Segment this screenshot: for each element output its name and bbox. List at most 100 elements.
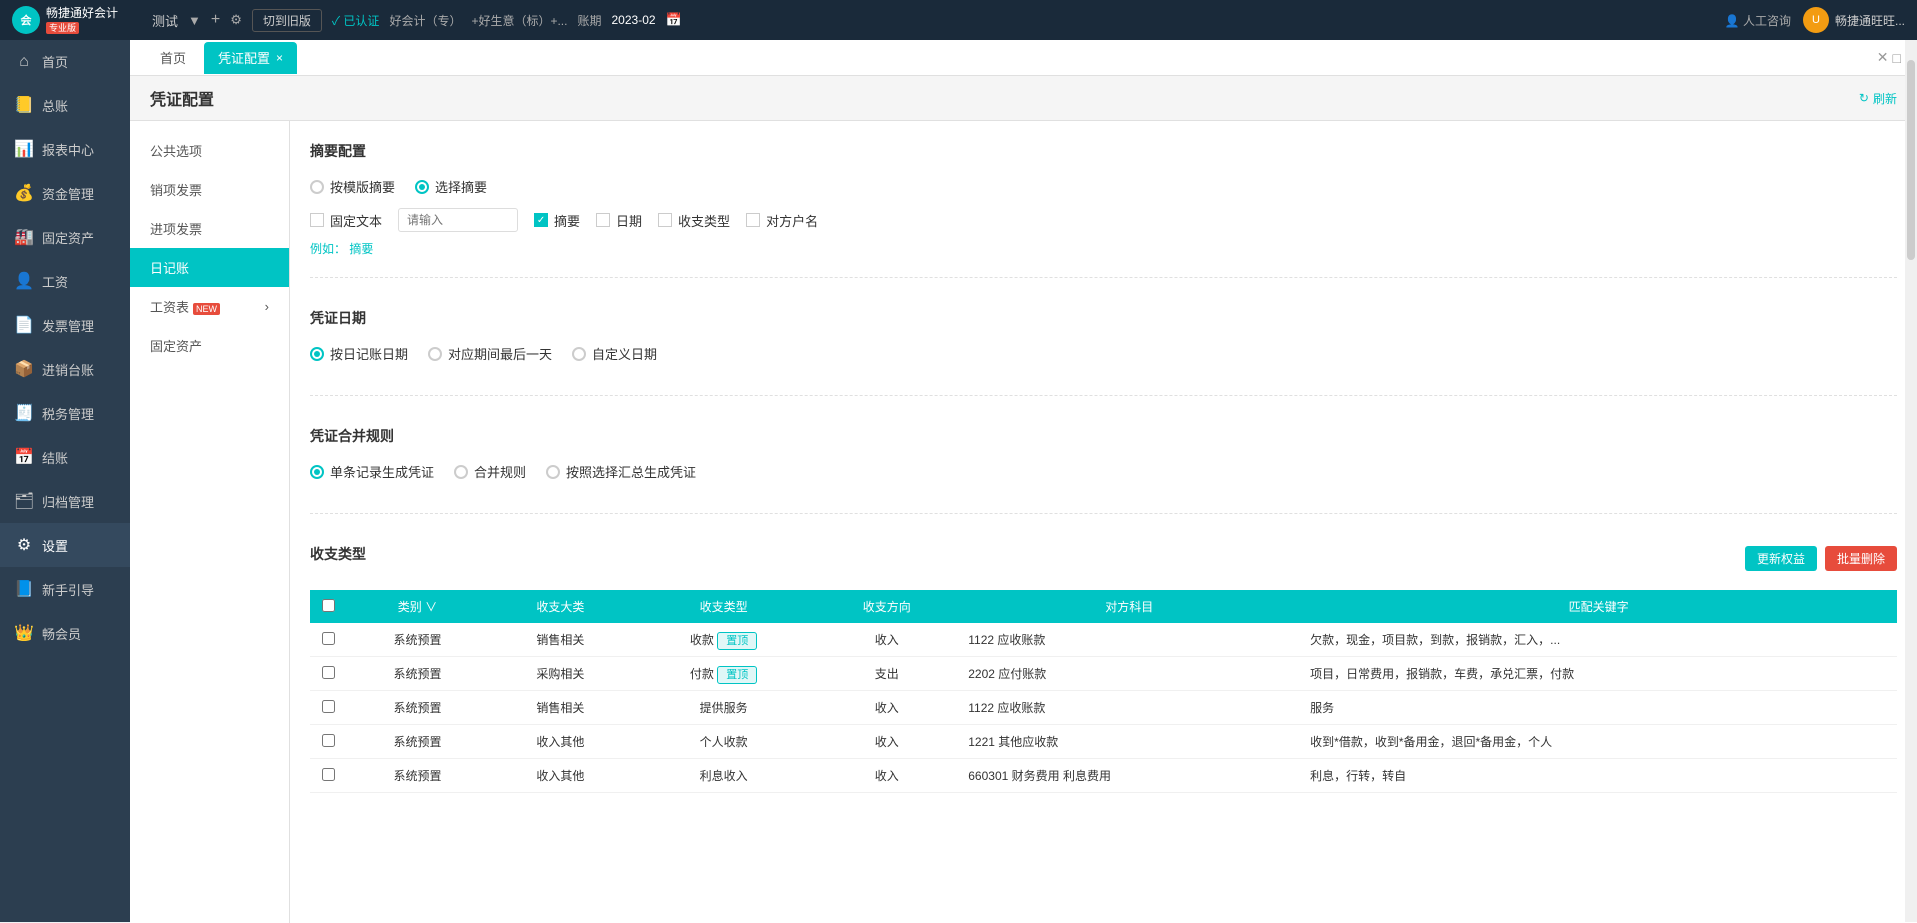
user-area[interactable]: U 畅捷通旺旺... [1803, 7, 1905, 33]
example-prefix: 例如： [310, 242, 346, 256]
sidebar: ⌂ 首页 📒 总账 📊 报表中心 💰 资金管理 🏭 固定资产 👤 工资 📄 发票… [0, 40, 130, 922]
sidebar-item-close[interactable]: 📅 结账 [0, 435, 130, 479]
sidebar-label-salary: 工资 [42, 272, 68, 291]
left-nav-purchase-invoice[interactable]: 进项发票 [130, 209, 289, 248]
row-check-4[interactable] [322, 734, 335, 747]
cashtype-cb-option[interactable]: 收支类型 [658, 211, 730, 230]
row-check-2[interactable] [322, 666, 335, 679]
calendar-icon[interactable]: 📅 [666, 12, 682, 28]
date-cb-option[interactable]: 日期 [596, 211, 642, 230]
left-nav-sales-invoice[interactable]: 销项发票 [130, 170, 289, 209]
sidebar-item-purchase[interactable]: 📦 进销台账 [0, 347, 130, 391]
left-nav-public-label: 公共选项 [150, 144, 202, 159]
select-all-checkbox[interactable] [322, 599, 335, 612]
app-badge: 专业版 [46, 22, 79, 34]
invoice-icon: 📄 [14, 315, 34, 335]
summary-cb-option[interactable]: 摘要 [534, 211, 580, 230]
counterparty-cb [746, 213, 760, 227]
sidebar-item-home[interactable]: ⌂ 首页 [0, 40, 130, 83]
tab-bar: 首页 凭证配置 × ✕ □ [130, 40, 1917, 76]
sidebar-item-invoice[interactable]: 📄 发票管理 [0, 303, 130, 347]
col-sub-type: 收支类型 [632, 590, 816, 623]
page-header: 凭证配置 ↻ 刷新 [130, 76, 1917, 121]
row-1-keywords: 欠款，现金，项目款，到款，报销款，汇入，... [1300, 623, 1897, 657]
consult-btn[interactable]: 👤 人工咨询 [1725, 12, 1791, 29]
cashtype-cb-label: 收支类型 [678, 211, 730, 230]
refresh-icon: ↻ [1859, 91, 1869, 105]
refresh-btn[interactable]: ↻ 刷新 [1859, 90, 1897, 107]
delete-btn[interactable]: 批量删除 [1825, 546, 1897, 571]
left-nav-payroll[interactable]: 工资表NEW › [130, 287, 289, 326]
summary-cb [534, 213, 548, 227]
scrollbar[interactable] [1905, 40, 1917, 922]
finance-icon: 💰 [14, 183, 34, 203]
logo-text: 畅捷通好会计 专业版 [46, 6, 118, 35]
sidebar-item-reports[interactable]: 📊 报表中心 [0, 127, 130, 171]
left-nav-public[interactable]: 公共选项 [130, 131, 289, 170]
settings-icon[interactable]: ⚙ [230, 12, 242, 28]
col-keywords: 匹配关键字 [1300, 590, 1897, 623]
sidebar-item-tax[interactable]: 🧾 税务管理 [0, 391, 130, 435]
merge-summary-option[interactable]: 按照选择汇总生成凭证 [546, 462, 696, 481]
table-actions: 更新权益 批量删除 [1745, 546, 1897, 571]
tab-voucher-config[interactable]: 凭证配置 × [204, 42, 297, 74]
settings-nav-icon: ⚙ [14, 535, 34, 555]
sidebar-item-finance[interactable]: 💰 资金管理 [0, 171, 130, 215]
sidebar-item-settings[interactable]: ⚙ 设置 [0, 523, 130, 567]
counterparty-cb-option[interactable]: 对方户名 [746, 211, 818, 230]
row-5-direction: 收入 [815, 759, 958, 793]
window-maximize-btn[interactable]: □ [1893, 50, 1901, 66]
member-icon: 👑 [14, 623, 34, 643]
summary-template-label: 按模版摘要 [330, 177, 395, 196]
sidebar-item-ledger[interactable]: 📒 总账 [0, 83, 130, 127]
row-1-category: 系统预置 [346, 623, 489, 657]
summary-template-option[interactable]: 按模版摘要 [310, 177, 395, 196]
merge-single-option[interactable]: 单条记录生成凭证 [310, 462, 434, 481]
reports-icon: 📊 [14, 139, 34, 159]
row-3-account: 1122 应收账款 [958, 691, 1300, 725]
cashtype-cb [658, 213, 672, 227]
date-journal-option[interactable]: 按日记账日期 [310, 344, 408, 363]
page-title: 凭证配置 [150, 86, 214, 110]
row-check-5[interactable] [322, 768, 335, 781]
update-btn[interactable]: 更新权益 [1745, 546, 1817, 571]
row-4-main-type: 收入其他 [489, 725, 632, 759]
sidebar-item-archive[interactable]: 🗂 归档管理 [0, 479, 130, 523]
good-accounting: 好会计（专） [389, 12, 461, 29]
fixed-text-option[interactable]: 固定文本 [310, 211, 382, 230]
sidebar-item-member[interactable]: 👑 畅会员 [0, 611, 130, 655]
left-nav-fixed-assets[interactable]: 固定资产 [130, 326, 289, 365]
summary-select-option[interactable]: 选择摘要 [415, 177, 487, 196]
period-value: 2023-02 [612, 13, 656, 27]
date-last-option[interactable]: 对应期间最后一天 [428, 344, 552, 363]
tab-home[interactable]: 首页 [146, 42, 200, 74]
top-tag-2[interactable]: 置顶 [717, 666, 757, 684]
row-3-direction: 收入 [815, 691, 958, 725]
new-badge: NEW [193, 303, 220, 315]
row-check-3[interactable] [322, 700, 335, 713]
fixed-text-input[interactable] [398, 208, 518, 232]
row-check-1[interactable] [322, 632, 335, 645]
left-nav-journal[interactable]: 日记账 [130, 248, 289, 287]
merge-rule-option[interactable]: 合并规则 [454, 462, 526, 481]
example-text: 例如： 摘要 [310, 240, 1897, 257]
top-tag-1[interactable]: 置顶 [717, 632, 757, 650]
row-4-category: 系统预置 [346, 725, 489, 759]
sidebar-label-archive: 归档管理 [42, 492, 94, 511]
example-value: 摘要 [349, 242, 373, 256]
sidebar-item-guide[interactable]: 📘 新手引导 [0, 567, 130, 611]
sidebar-label-member: 畅会员 [42, 624, 81, 643]
tab-voucher-label: 凭证配置 [218, 48, 270, 67]
switch-old-btn[interactable]: 切到旧版 [252, 9, 322, 32]
tab-close-icon[interactable]: × [276, 51, 283, 65]
row-3-keywords: 服务 [1300, 691, 1897, 725]
sidebar-item-salary[interactable]: 👤 工资 [0, 259, 130, 303]
add-icon[interactable]: + [211, 11, 220, 29]
date-custom-option[interactable]: 自定义日期 [572, 344, 657, 363]
window-close-btn[interactable]: ✕ [1877, 49, 1889, 66]
sidebar-label-settings: 设置 [42, 536, 68, 555]
purchase-icon: 📦 [14, 359, 34, 379]
sidebar-item-assets[interactable]: 🏭 固定资产 [0, 215, 130, 259]
dropdown-icon[interactable]: ▼ [188, 13, 201, 28]
main-container: 首页 凭证配置 × ✕ □ 凭证配置 ↻ 刷新 公共选项 销项发票 进项发票 [130, 40, 1917, 923]
